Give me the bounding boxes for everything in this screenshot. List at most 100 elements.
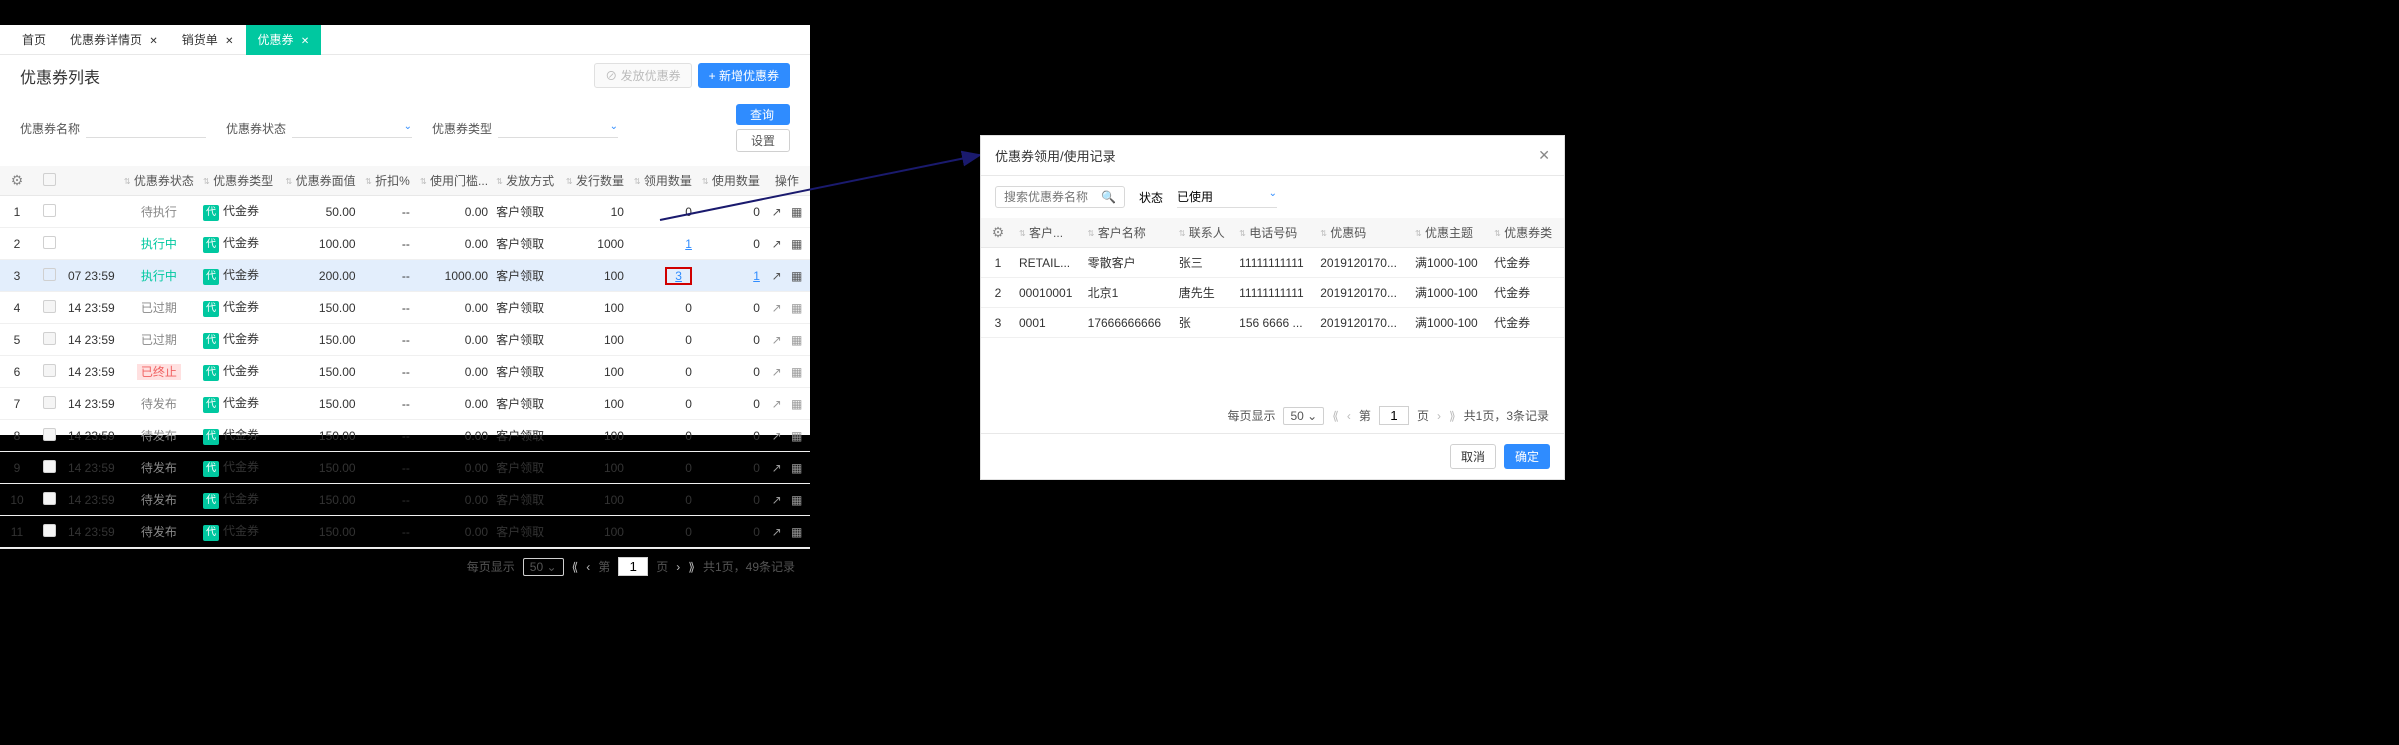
- per-page-select[interactable]: 50 ⌄: [1283, 407, 1324, 425]
- next-page-icon[interactable]: ›: [676, 560, 680, 574]
- setting-button[interactable]: 设置: [736, 129, 790, 152]
- table-row[interactable]: 2 00010001 北京1 唐先生 11111111111 201912017…: [981, 278, 1564, 308]
- row-checkbox[interactable]: [43, 268, 56, 281]
- tab-coupon[interactable]: 优惠券 ✕: [246, 25, 322, 55]
- add-coupon-button[interactable]: + 新增优惠券: [698, 63, 790, 88]
- search-input[interactable]: [1004, 190, 1101, 204]
- row-face: 100.00: [279, 228, 359, 260]
- share-icon[interactable]: ↗: [772, 461, 782, 475]
- table-row[interactable]: 8 14 23:59 待发布 代代金券 150.00 -- 0.00 客户领取 …: [0, 420, 810, 452]
- share-icon[interactable]: ↗: [772, 333, 782, 347]
- search-icon[interactable]: 🔍: [1101, 190, 1116, 204]
- sort-icon[interactable]: ⇅: [496, 177, 503, 186]
- last-page-icon[interactable]: ⟫: [688, 560, 695, 574]
- cancel-button[interactable]: 取消: [1450, 444, 1496, 469]
- gear-icon[interactable]: ⚙: [992, 224, 1005, 240]
- share-icon[interactable]: ↗: [772, 365, 782, 379]
- row-receive-qty: 0: [628, 356, 696, 388]
- share-icon[interactable]: ↗: [772, 493, 782, 507]
- qrcode-icon[interactable]: ▦: [791, 237, 802, 251]
- qrcode-icon[interactable]: ▦: [791, 205, 802, 219]
- prev-page-icon[interactable]: ‹: [586, 560, 590, 574]
- select-all-checkbox[interactable]: [43, 173, 56, 186]
- sort-icon[interactable]: ⇅: [286, 177, 293, 186]
- qrcode-icon[interactable]: ▦: [791, 525, 802, 539]
- close-icon[interactable]: ✕: [301, 36, 309, 47]
- table-row[interactable]: 10 14 23:59 待发布 代代金券 150.00 -- 0.00 客户领取…: [0, 484, 810, 516]
- sort-icon[interactable]: ⇅: [702, 177, 709, 186]
- qrcode-icon[interactable]: ▦: [791, 397, 802, 411]
- confirm-button[interactable]: 确定: [1504, 444, 1550, 469]
- tab-detail[interactable]: 优惠券详情页 ✕: [58, 25, 170, 55]
- qrcode-icon[interactable]: ▦: [791, 493, 802, 507]
- table-row[interactable]: 1 待执行 代代金券 50.00 -- 0.00 客户领取 10 0 0 ↗ ▦: [0, 196, 810, 228]
- row-contact: 张: [1175, 308, 1235, 338]
- table-row[interactable]: 11 14 23:59 待发布 代代金券 150.00 -- 0.00 客户领取…: [0, 516, 810, 548]
- status-filter-select[interactable]: 已使用 ⌄: [1177, 186, 1277, 208]
- share-icon[interactable]: ↗: [772, 301, 782, 315]
- sort-icon[interactable]: ⇅: [420, 177, 427, 186]
- filter-name-input[interactable]: [86, 119, 206, 138]
- page-input[interactable]: [618, 557, 648, 576]
- tab-bar: 首页 优惠券详情页 ✕ 销货单 ✕ 优惠券 ✕: [0, 25, 810, 55]
- close-icon[interactable]: ✕: [1538, 147, 1550, 164]
- next-page-icon[interactable]: ›: [1437, 409, 1441, 423]
- issue-coupon-button[interactable]: ⊘ 发放优惠券: [594, 63, 691, 88]
- qrcode-icon[interactable]: ▦: [791, 333, 802, 347]
- share-icon[interactable]: ↗: [772, 397, 782, 411]
- tab-sales[interactable]: 销货单 ✕: [170, 25, 246, 55]
- row-type: 代金券: [1490, 308, 1564, 338]
- qrcode-icon[interactable]: ▦: [791, 461, 802, 475]
- table-row[interactable]: 9 14 23:59 待发布 代代金券 150.00 -- 0.00 客户领取 …: [0, 452, 810, 484]
- row-use-qty[interactable]: 1: [696, 260, 764, 292]
- sort-icon[interactable]: ⇅: [1415, 229, 1422, 238]
- close-icon[interactable]: ✕: [149, 36, 157, 47]
- close-icon[interactable]: ✕: [225, 36, 233, 47]
- filter-name-label: 优惠券名称: [20, 120, 80, 137]
- first-page-icon[interactable]: ⟪: [1332, 409, 1339, 423]
- first-page-icon[interactable]: ⟪: [572, 560, 579, 574]
- row-checkbox[interactable]: [43, 204, 56, 217]
- sort-icon[interactable]: ⇅: [1179, 229, 1186, 238]
- query-button[interactable]: 查询: [736, 104, 790, 125]
- col-cust-code: 客户...: [1029, 226, 1063, 240]
- tab-home[interactable]: 首页: [10, 25, 58, 55]
- per-page-select[interactable]: 50 ⌄: [523, 558, 564, 576]
- share-icon[interactable]: ↗: [772, 237, 782, 251]
- page-input[interactable]: [1379, 406, 1409, 425]
- sort-icon[interactable]: ⇅: [634, 177, 641, 186]
- last-page-icon[interactable]: ⟫: [1449, 409, 1456, 423]
- share-icon[interactable]: ↗: [772, 525, 782, 539]
- table-row[interactable]: 5 14 23:59 已过期 代代金券 150.00 -- 0.00 客户领取 …: [0, 324, 810, 356]
- table-row[interactable]: 3 07 23:59 执行中 代代金券 200.00 -- 1000.00 客户…: [0, 260, 810, 292]
- qrcode-icon[interactable]: ▦: [791, 269, 802, 283]
- sort-icon[interactable]: ⇅: [1320, 229, 1327, 238]
- sort-icon[interactable]: ⇅: [1088, 229, 1095, 238]
- table-row[interactable]: 3 0001 17666666666 张 156 6666 ... 201912…: [981, 308, 1564, 338]
- sort-icon[interactable]: ⇅: [1239, 229, 1246, 238]
- table-row[interactable]: 2 执行中 代代金券 100.00 -- 0.00 客户领取 1000 1 0 …: [0, 228, 810, 260]
- qrcode-icon[interactable]: ▦: [791, 301, 802, 315]
- row-receive-qty[interactable]: 3: [628, 260, 696, 292]
- share-icon[interactable]: ↗: [772, 205, 782, 219]
- sort-icon[interactable]: ⇅: [124, 177, 131, 186]
- table-row[interactable]: 6 14 23:59 已终止 代代金券 150.00 -- 0.00 客户领取 …: [0, 356, 810, 388]
- sort-icon[interactable]: ⇅: [365, 177, 372, 186]
- row-checkbox[interactable]: [43, 236, 56, 249]
- share-icon[interactable]: ↗: [772, 429, 782, 443]
- filter-status-select[interactable]: ⌄: [292, 119, 412, 138]
- row-receive-qty[interactable]: 1: [628, 228, 696, 260]
- table-row[interactable]: 4 14 23:59 已过期 代代金券 150.00 -- 0.00 客户领取 …: [0, 292, 810, 324]
- prev-page-icon[interactable]: ‹: [1347, 409, 1351, 423]
- table-row[interactable]: 7 14 23:59 待发布 代代金券 150.00 -- 0.00 客户领取 …: [0, 388, 810, 420]
- sort-icon[interactable]: ⇅: [566, 177, 573, 186]
- qrcode-icon[interactable]: ▦: [791, 365, 802, 379]
- table-row[interactable]: 1 RETAIL... 零散客户 张三 11111111111 20191201…: [981, 248, 1564, 278]
- qrcode-icon[interactable]: ▦: [791, 429, 802, 443]
- share-icon[interactable]: ↗: [772, 269, 782, 283]
- sort-icon[interactable]: ⇅: [203, 177, 210, 186]
- sort-icon[interactable]: ⇅: [1494, 229, 1501, 238]
- filter-type-select[interactable]: ⌄: [498, 119, 618, 138]
- gear-icon[interactable]: ⚙: [11, 172, 24, 188]
- sort-icon[interactable]: ⇅: [1019, 229, 1026, 238]
